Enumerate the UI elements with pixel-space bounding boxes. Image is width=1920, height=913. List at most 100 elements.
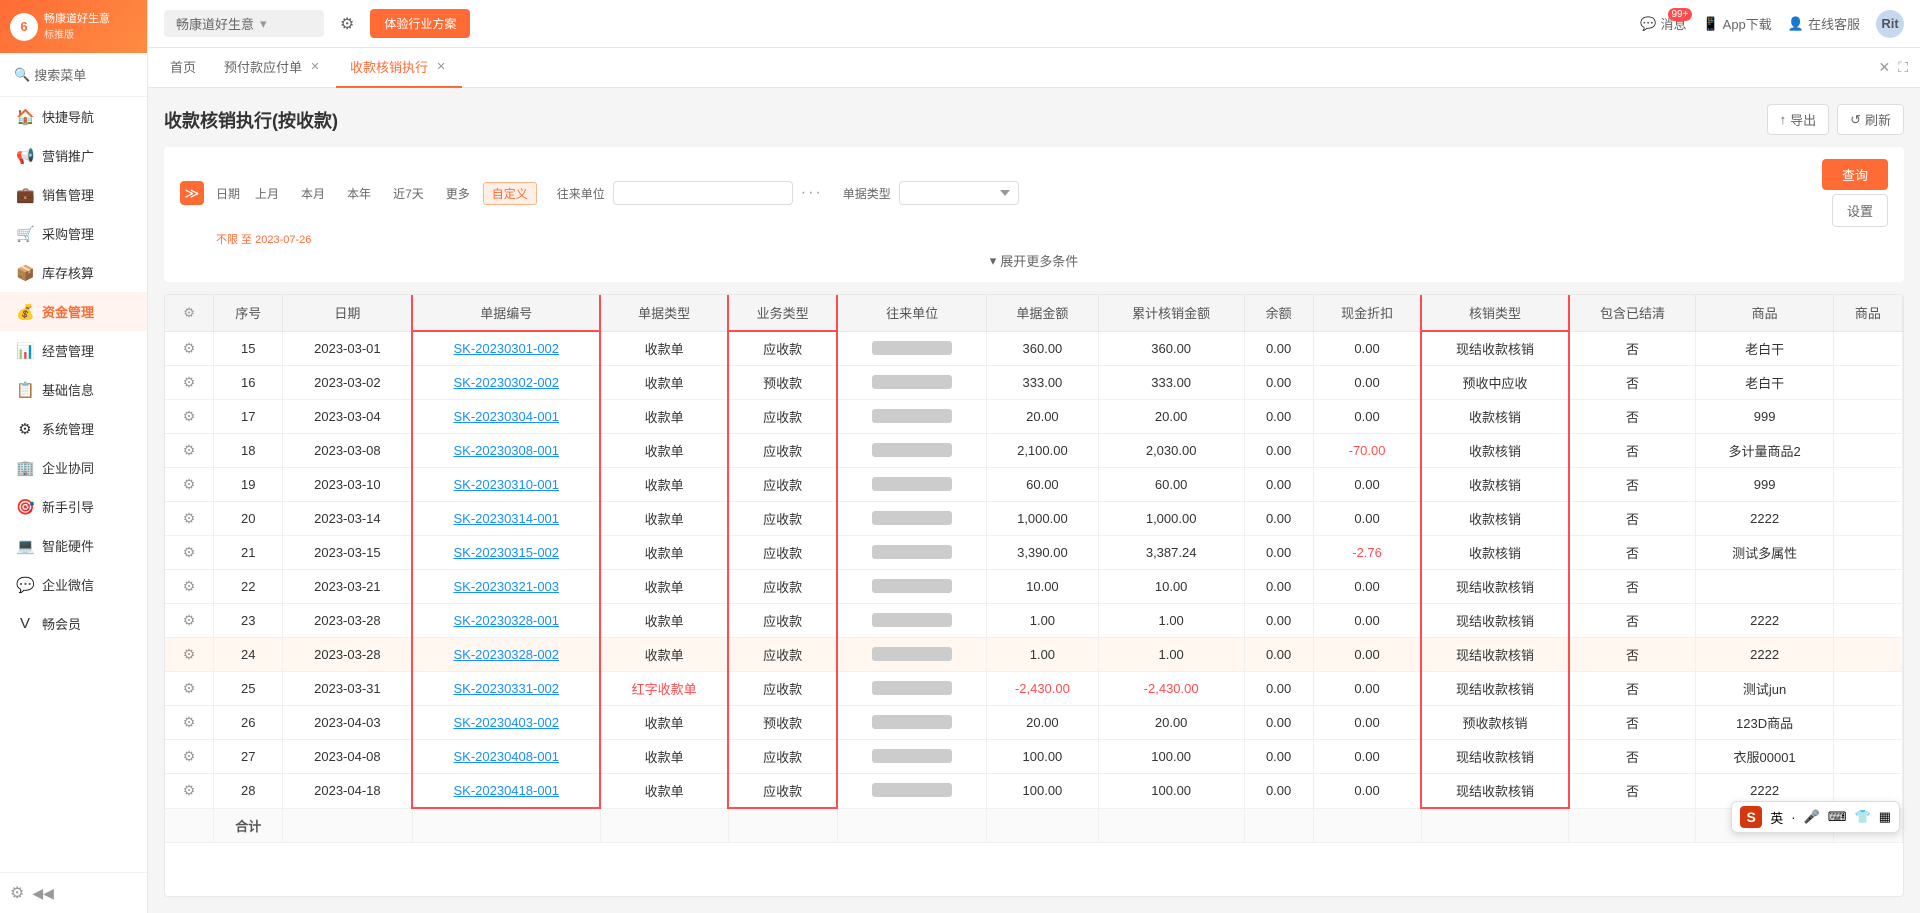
sidebar-item-销售管理[interactable]: 💼销售管理	[0, 175, 147, 214]
user-avatar[interactable]: Rit	[1876, 10, 1904, 38]
row-gear-icon[interactable]: ⚙	[183, 340, 196, 356]
tab-0[interactable]: 首页	[156, 48, 210, 88]
date-btn-this-year[interactable]: 本年	[338, 182, 380, 205]
sidebar-item-快捷导航[interactable]: 🏠快捷导航	[0, 97, 147, 136]
table-head: ⚙序号日期单据编号单据类型业务类型往来单位单据金额累计核销金额余额现金折扣核销类…	[165, 295, 1903, 331]
doc-no-link[interactable]: SK-20230310-001	[453, 477, 559, 492]
sidebar-item-畅会员[interactable]: V畅会员	[0, 604, 147, 643]
doc-no-link[interactable]: SK-20230328-001	[453, 613, 559, 628]
row-gear-icon[interactable]: ⚙	[183, 714, 196, 730]
cell-biz_type: 预收款	[728, 366, 837, 400]
doc-no-link[interactable]: SK-20230302-002	[453, 375, 559, 390]
expand-more-row[interactable]: ▾ 展开更多条件	[180, 247, 1888, 270]
cell-amount: 1,000.00	[987, 502, 1099, 536]
nav-icon: 💰	[16, 303, 34, 321]
topbar-app-download[interactable]: 📱 App下载	[1702, 14, 1771, 33]
sidebar-search[interactable]: 🔍 搜索菜单	[0, 53, 147, 97]
export-button[interactable]: ↑ 导出	[1767, 104, 1830, 135]
topbar-breadcrumb[interactable]: 畅康道好生意 ▾	[164, 10, 324, 37]
query-button[interactable]: 查询	[1822, 159, 1888, 190]
row-gear-icon[interactable]: ⚙	[183, 476, 196, 492]
row-gear-icon[interactable]: ⚙	[183, 510, 196, 526]
gear-icon[interactable]: ⚙	[183, 305, 195, 320]
doc-no-link[interactable]: SK-20230315-002	[453, 545, 559, 560]
topbar-gear-icon[interactable]: ⚙	[336, 10, 358, 38]
sidebar-item-企业协同[interactable]: 🏢企业协同	[0, 448, 147, 487]
sidebar-item-库存核算[interactable]: 📦库存核算	[0, 253, 147, 292]
doc-no-link[interactable]: SK-20230301-002	[453, 341, 559, 356]
sidebar-item-智能硬件[interactable]: 💻智能硬件	[0, 526, 147, 565]
sidebar-item-资金管理[interactable]: 💰资金管理	[0, 292, 147, 331]
footer-cell-biz_type	[728, 808, 837, 842]
row-gear-icon[interactable]: ⚙	[183, 612, 196, 628]
cell-amount: 60.00	[987, 468, 1099, 502]
sidebar-item-经营管理[interactable]: 📊经营管理	[0, 331, 147, 370]
ime-lang-label[interactable]: 英	[1770, 808, 1783, 827]
cell-date: 2023-04-08	[283, 740, 413, 774]
cell-counterpart: ████████	[837, 672, 986, 706]
doc-no-link[interactable]: SK-20230321-003	[453, 579, 559, 594]
topbar-online-service[interactable]: 👤 在线客服	[1788, 14, 1860, 33]
filter-expand-button[interactable]: ≫	[180, 181, 204, 205]
table-row: ⚙252023-03-31SK-20230331-002红字收款单应收款████…	[165, 672, 1903, 706]
sidebar-item-基础信息[interactable]: 📋基础信息	[0, 370, 147, 409]
sidebar-item-采购管理[interactable]: 🛒采购管理	[0, 214, 147, 253]
doc-no-link[interactable]: SK-20230314-001	[453, 511, 559, 526]
doc-type-select[interactable]	[899, 181, 1019, 205]
page-header: 收款核销执行(按收款) ↑ 导出 ↺ 刷新	[164, 104, 1904, 135]
settings-icon[interactable]: ⚙	[10, 883, 24, 903]
tab-close-icon[interactable]: ✕	[434, 60, 448, 74]
date-btn-more[interactable]: 更多	[437, 182, 479, 205]
settings-button[interactable]: 设置	[1832, 194, 1888, 227]
date-btn-this-month[interactable]: 本月	[292, 182, 334, 205]
cell-include_settled: 否	[1569, 434, 1696, 468]
collapse-icon[interactable]: ◀◀	[32, 885, 54, 902]
more-options-icon[interactable]: ···	[801, 184, 823, 202]
doc-no-link[interactable]: SK-20230308-001	[453, 443, 559, 458]
ime-apps-icon[interactable]: ▦	[1879, 809, 1891, 825]
row-gear-icon[interactable]: ⚙	[183, 680, 196, 696]
row-gear-icon[interactable]: ⚙	[183, 408, 196, 424]
logo-icon: 6	[10, 13, 38, 41]
counterpart-input[interactable]	[613, 181, 793, 205]
ime-keyboard-icon[interactable]: ⌨	[1828, 809, 1847, 825]
row-gear-icon[interactable]: ⚙	[183, 442, 196, 458]
cell-goods: 2222	[1696, 604, 1833, 638]
sidebar-item-新手引导[interactable]: 🎯新手引导	[0, 487, 147, 526]
tab-1[interactable]: 预付款应付单✕	[210, 48, 336, 88]
topbar-message[interactable]: 💬 消息 99+	[1640, 14, 1686, 33]
cell-doc_type: 红字收款单	[600, 672, 728, 706]
sidebar-item-营销推广[interactable]: 📢营销推广	[0, 136, 147, 175]
cell-cash_discount: -70.00	[1313, 434, 1421, 468]
footer-cell-no: 合计	[214, 808, 283, 842]
date-btn-7days[interactable]: 近7天	[384, 182, 433, 205]
cell-amount: 2,100.00	[987, 434, 1099, 468]
tab-2[interactable]: 收款核销执行✕	[336, 48, 462, 88]
row-gear-icon[interactable]: ⚙	[183, 748, 196, 764]
doc-no-link[interactable]: SK-20230408-001	[453, 749, 559, 764]
tab-close-all-icon[interactable]: ✕	[1878, 59, 1890, 76]
date-label: 日期	[216, 185, 240, 202]
cell-doc_no: SK-20230328-001	[412, 604, 600, 638]
sidebar-item-企业微信[interactable]: 💬企业微信	[0, 565, 147, 604]
sidebar-item-系统管理[interactable]: ⚙系统管理	[0, 409, 147, 448]
date-btn-last-month[interactable]: 上月	[246, 182, 288, 205]
doc-no-link[interactable]: SK-20230328-002	[453, 647, 559, 662]
doc-no-link[interactable]: SK-20230403-002	[453, 715, 559, 730]
ime-mic-icon[interactable]: 🎤	[1804, 809, 1820, 825]
doc-no-link[interactable]: SK-20230418-001	[453, 783, 559, 798]
doc-no-link[interactable]: SK-20230331-002	[453, 681, 559, 696]
row-gear-icon[interactable]: ⚙	[183, 782, 196, 798]
solution-button[interactable]: 体验行业方案	[370, 9, 470, 38]
date-btn-custom[interactable]: 自定义	[483, 182, 537, 205]
row-gear-icon[interactable]: ⚙	[183, 578, 196, 594]
refresh-button[interactable]: ↺ 刷新	[1837, 104, 1904, 135]
row-gear-icon[interactable]: ⚙	[183, 374, 196, 390]
nav-icon: 📊	[16, 342, 34, 360]
doc-no-link[interactable]: SK-20230304-001	[453, 409, 559, 424]
tab-expand-icon[interactable]: ⛶	[1898, 59, 1908, 76]
ime-skin-icon[interactable]: 👕	[1855, 809, 1871, 825]
row-gear-icon[interactable]: ⚙	[183, 646, 196, 662]
row-gear-icon[interactable]: ⚙	[183, 544, 196, 560]
tab-close-icon[interactable]: ✕	[308, 60, 322, 74]
